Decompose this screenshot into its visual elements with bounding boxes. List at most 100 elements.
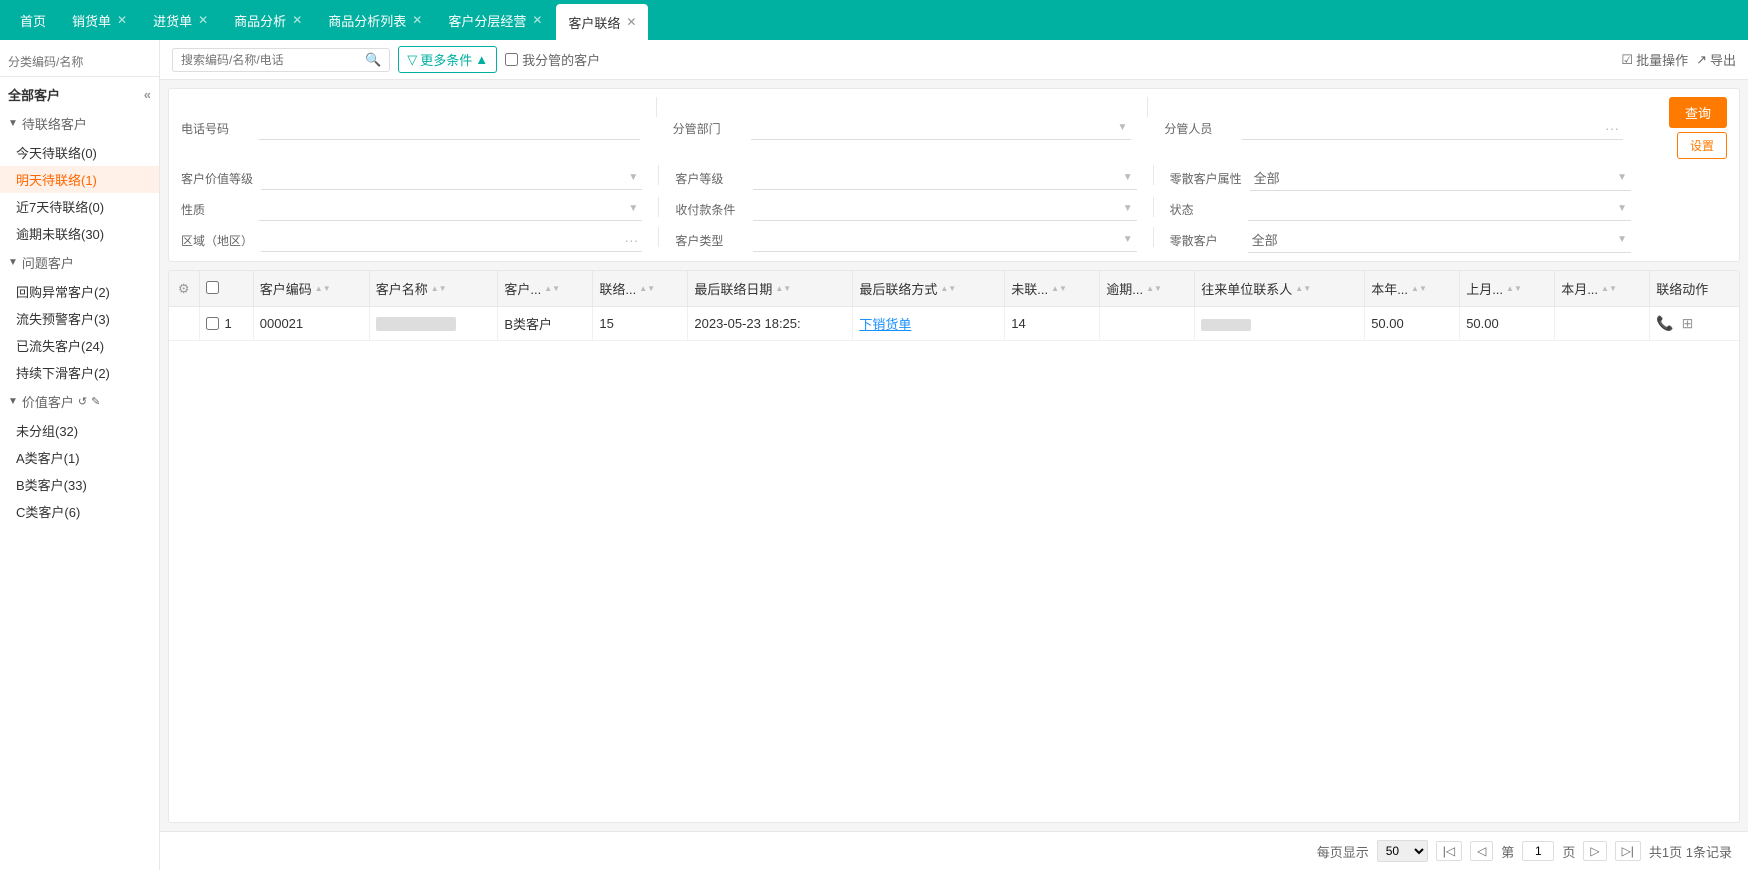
retail-customer-select[interactable]: 全部▼	[1248, 227, 1631, 253]
col-header-contact[interactable]: 联络...▲▼	[593, 271, 688, 307]
pagination-bar: 每页显示 10 20 50 100 |◁ ◁ 第 页 ▷ ▷| 共1页 1条记录	[160, 831, 1748, 870]
per-page-select[interactable]: 10 20 50 100	[1377, 840, 1428, 862]
sort-icon: ▲▼	[1601, 285, 1617, 293]
col-header-this-month[interactable]: 本月...▲▼	[1555, 271, 1650, 307]
col-header-name[interactable]: 客户名称▲▼	[369, 271, 498, 307]
my-customers-checkbox-container[interactable]: 我分管的客户	[505, 50, 600, 69]
row-index: 1	[199, 307, 253, 341]
sidebar-item-declining[interactable]: 持续下滑客户(2)	[0, 359, 159, 386]
filter-customer-type: 客户类型 ▼	[675, 227, 1136, 253]
col-header-code[interactable]: 客户编码▲▼	[253, 271, 369, 307]
set-button[interactable]: 设置	[1677, 132, 1727, 159]
sort-icon: ▲▼	[544, 285, 560, 293]
sidebar-item-class-a[interactable]: A类客户(1)	[0, 444, 159, 471]
edit-icon[interactable]: ✎	[91, 395, 100, 408]
more-filter-button[interactable]: ▽ 更多条件 ▲	[398, 46, 497, 73]
filter-customer-grade: 客户等级 ▼	[675, 165, 1136, 191]
gender-select[interactable]: ▼	[259, 197, 642, 221]
nav-customer-contact[interactable]: 客户联络 ✕	[556, 4, 648, 40]
nav-customer-layering[interactable]: 客户分层经营 ✕	[436, 0, 554, 40]
row-uncontacted: 14	[1005, 307, 1100, 341]
col-header-contact-person[interactable]: 往来单位联系人▲▼	[1195, 271, 1365, 307]
nav-home[interactable]: 首页	[8, 0, 58, 40]
phone-field[interactable]	[263, 121, 636, 135]
row-last-contact-method: 下销货单	[853, 307, 1005, 341]
customer-type-select[interactable]: ▼	[753, 228, 1136, 252]
nav-product-analysis[interactable]: 商品分析 ✕	[222, 0, 314, 40]
toolbar-right-actions: ☑ 批量操作 ↗ 导出	[1621, 50, 1736, 69]
sidebar-item-class-c[interactable]: C类客户(6)	[0, 498, 159, 525]
my-customers-checkbox[interactable]	[505, 53, 518, 66]
page-number-input[interactable]	[1522, 841, 1554, 861]
nav-purchase-order[interactable]: 进货单 ✕	[141, 0, 220, 40]
nav-close-icon[interactable]: ✕	[532, 13, 542, 27]
sidebar-item-churn-warning[interactable]: 流失预警客户(3)	[0, 305, 159, 332]
ellipsis-icon-2[interactable]: ···	[624, 232, 638, 248]
search-icon[interactable]: 🔍	[365, 52, 381, 68]
sidebar-item-class-b[interactable]: B类客户(33)	[0, 471, 159, 498]
sidebar-item-churned[interactable]: 已流失客户(24)	[0, 332, 159, 359]
filter-row-2: 客户价值等级 ▼ 客户等级 ▼ 零散客户属性 全部▼	[181, 165, 1727, 191]
row-checkbox[interactable]	[206, 317, 219, 330]
sidebar-item-overdue-pending[interactable]: 逾期未联络(30)	[0, 220, 159, 247]
sidebar-item-tomorrow-pending[interactable]: 明天待联络(1)	[0, 166, 159, 193]
select-all-checkbox[interactable]	[206, 281, 219, 294]
nav-product-analysis-list[interactable]: 商品分析列表 ✕	[316, 0, 434, 40]
dept-select[interactable]: ▼	[751, 116, 1132, 140]
sidebar-all-customers[interactable]: 全部客户 «	[0, 81, 159, 108]
sidebar-item-week-pending[interactable]: 近7天待联络(0)	[0, 193, 159, 220]
toolbar: 🔍 ▽ 更多条件 ▲ 我分管的客户 ☑ 批量操作 ↗ 导出	[160, 40, 1748, 80]
filter-separator-7	[658, 227, 659, 247]
col-header-last-month[interactable]: 上月...▲▼	[1460, 271, 1555, 307]
filter-panel: 电话号码 分管部门 ▼ 分管人员 ···	[168, 88, 1740, 262]
first-page-button[interactable]: |◁	[1436, 841, 1462, 861]
sidebar-item-ungrouped[interactable]: 未分组(32)	[0, 417, 159, 444]
sidebar-search-input[interactable]	[8, 55, 160, 69]
col-header-customer-type[interactable]: 客户...▲▼	[498, 271, 593, 307]
batch-operation-button[interactable]: ☑ 批量操作	[1621, 50, 1688, 69]
status-select[interactable]: ▼	[1248, 197, 1631, 221]
col-header-last-contact-method[interactable]: 最后联络方式▲▼	[853, 271, 1005, 307]
col-header-contact-action: 联络动作	[1650, 271, 1739, 307]
col-header-this-year[interactable]: 本年...▲▼	[1365, 271, 1460, 307]
filter-actions: 查询 设置	[1647, 97, 1727, 159]
nav-close-icon[interactable]: ✕	[198, 13, 208, 27]
retail-attr-select[interactable]: 全部▼	[1250, 165, 1631, 191]
col-header-last-contact-date[interactable]: 最后联络日期▲▼	[688, 271, 853, 307]
prev-page-button[interactable]: ◁	[1470, 841, 1493, 861]
last-page-button[interactable]: ▷|	[1615, 841, 1641, 861]
phone-input[interactable]	[259, 116, 640, 140]
nav-close-icon[interactable]: ✕	[117, 13, 127, 27]
refresh-icon[interactable]: ↺	[78, 395, 87, 408]
sidebar-collapse-icon[interactable]: «	[144, 87, 151, 102]
grid-action-icon[interactable]: ⊞	[1682, 315, 1694, 332]
sidebar-value-section: 价值客户 ↺ ✎	[0, 386, 159, 417]
col-header-overdue[interactable]: 逾期...▲▼	[1100, 271, 1195, 307]
search-input[interactable]	[181, 53, 361, 67]
sidebar-item-repurchase-anomaly[interactable]: 回购异常客户(2)	[0, 278, 159, 305]
checkbox-icon: ☑	[1621, 52, 1633, 68]
row-contact-count: 15	[593, 307, 688, 341]
nav-close-icon[interactable]: ✕	[292, 13, 302, 27]
contact-method-link[interactable]: 下销货单	[859, 317, 911, 332]
manager-select[interactable]: ···	[1242, 116, 1623, 140]
settings-col-header[interactable]: ⚙	[169, 271, 199, 307]
filter-separator	[656, 97, 657, 117]
nav-close-icon[interactable]: ✕	[626, 15, 636, 29]
search-bar[interactable]: 🔍	[172, 48, 390, 72]
col-header-uncontacted[interactable]: 未联...▲▼	[1005, 271, 1100, 307]
nav-close-icon[interactable]: ✕	[412, 13, 422, 27]
customer-value-select[interactable]: ▼	[261, 166, 642, 190]
customer-grade-select[interactable]: ▼	[753, 166, 1136, 190]
region-select[interactable]: ···	[261, 228, 642, 252]
sidebar-item-today-pending[interactable]: 今天待联络(0)	[0, 139, 159, 166]
checkbox-col-header[interactable]	[199, 271, 253, 307]
table-area: ⚙ 客户编码▲▼ 客户名称▲▼ 客户...▲▼ 联络...▲▼	[168, 270, 1740, 823]
ellipsis-icon[interactable]: ···	[1605, 120, 1619, 136]
query-button[interactable]: 查询	[1669, 97, 1727, 128]
next-page-button[interactable]: ▷	[1583, 841, 1606, 861]
export-button[interactable]: ↗ 导出	[1696, 50, 1736, 69]
phone-action-icon[interactable]: 📞	[1656, 315, 1673, 332]
nav-sales-order[interactable]: 销货单 ✕	[60, 0, 139, 40]
payment-select[interactable]: ▼	[753, 197, 1136, 221]
